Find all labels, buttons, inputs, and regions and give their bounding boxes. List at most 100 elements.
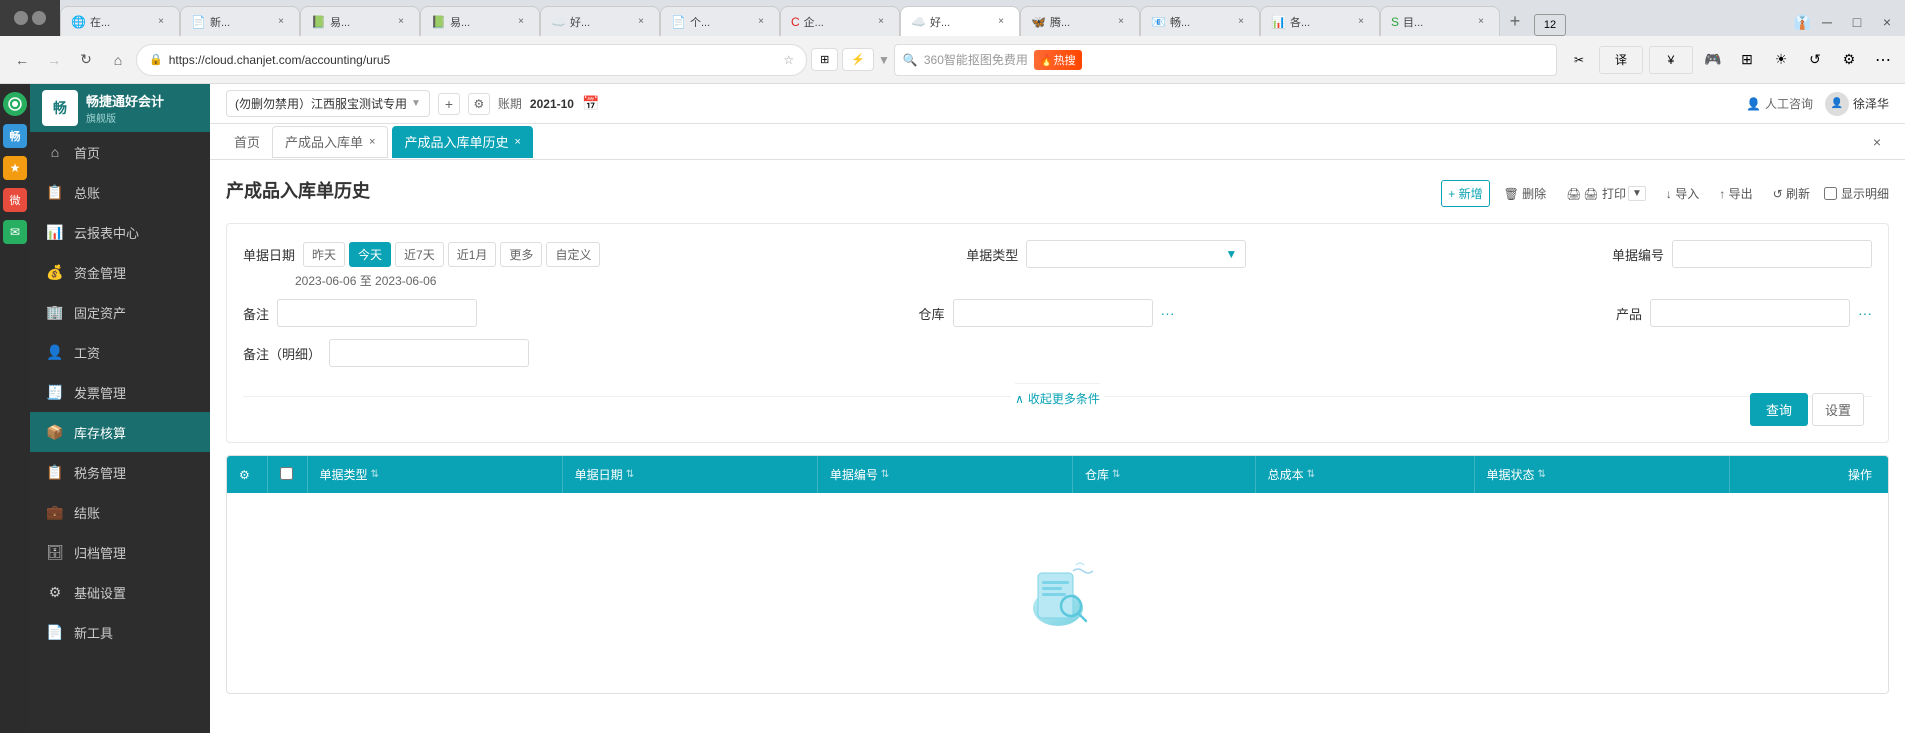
date-custom-btn[interactable]: 自定义 <box>546 242 600 267</box>
app-icon-weibo[interactable]: 微 <box>3 188 27 212</box>
back-nav-button[interactable]: ← <box>8 46 36 74</box>
type-select[interactable]: ▼ <box>1026 240 1246 268</box>
sun-tool[interactable]: ☀ <box>1767 46 1795 74</box>
sidebar-item-tax[interactable]: 📋 税务管理 <box>30 452 210 492</box>
date-more-btn[interactable]: 更多 <box>500 242 542 267</box>
tab-8-close[interactable]: × <box>993 14 1009 30</box>
product-dots-btn[interactable]: ··· <box>1858 305 1872 321</box>
sidebar-item-fund[interactable]: 💰 资金管理 <box>30 252 210 292</box>
forward-nav-button[interactable]: → <box>40 46 68 74</box>
refresh-button[interactable]: ↺ 刷新 <box>1767 181 1816 206</box>
sidebar-item-inventory[interactable]: 📦 库存核算 <box>30 412 210 452</box>
tab-11-close[interactable]: × <box>1353 14 1369 30</box>
grid-tool[interactable]: ⊞ <box>1733 46 1761 74</box>
tab-4-close[interactable]: × <box>513 14 529 30</box>
page-close-button[interactable]: × <box>1865 130 1889 154</box>
more-tool[interactable]: ⋯ <box>1869 46 1897 74</box>
company-selector[interactable]: (勿删勿禁用）江西服宝测试专用 ▼ <box>226 90 430 117</box>
settings-search-button[interactable]: 设置 <box>1812 393 1864 426</box>
tab-5-close[interactable]: × <box>633 14 649 30</box>
tab-9-close[interactable]: × <box>1113 14 1129 30</box>
th-date[interactable]: 单据日期⇅ <box>562 456 817 493</box>
th-warehouse[interactable]: 仓库⇅ <box>1073 456 1256 493</box>
th-total-cost[interactable]: 总成本⇅ <box>1255 456 1474 493</box>
tab-10[interactable]: 📧 畅... × <box>1140 6 1260 36</box>
sidebar-item-archive[interactable]: 🗄 归档管理 <box>30 532 210 572</box>
app-icon-mail[interactable]: ✉ <box>3 220 27 244</box>
tab-6[interactable]: 📄 个... × <box>660 6 780 36</box>
date-7days-btn[interactable]: 近7天 <box>395 242 444 267</box>
maximize-button[interactable]: □ <box>1843 8 1871 36</box>
hot-search-tag[interactable]: 🔥热搜 <box>1034 50 1082 70</box>
tab-counter[interactable]: 12 <box>1534 14 1566 36</box>
product-input[interactable] <box>1650 299 1850 327</box>
user-avatar-area[interactable]: 👤 徐泽华 <box>1825 92 1889 116</box>
settings-tool[interactable]: ⚙ <box>1835 46 1863 74</box>
sidebar-item-settings[interactable]: ⚙ 基础设置 <box>30 572 210 612</box>
tab-3[interactable]: 📗 易... × <box>300 6 420 36</box>
tab-parent-close[interactable]: × <box>369 136 375 148</box>
sidebar-item-home[interactable]: ⌂ 首页 <box>30 132 210 172</box>
reset-tool[interactable]: ↺ <box>1801 46 1829 74</box>
bookmark-icon[interactable]: ☆ <box>783 53 794 67</box>
home-nav-button[interactable]: ⌂ <box>104 46 132 74</box>
show-detail-label[interactable]: 显示明细 <box>1824 185 1889 202</box>
forward-button[interactable] <box>32 11 46 25</box>
app-icon-chanjet[interactable]: 畅 <box>3 124 27 148</box>
th-number[interactable]: 单据编号⇅ <box>817 456 1072 493</box>
tab-current-close[interactable]: × <box>514 136 520 148</box>
close-window-button[interactable]: × <box>1873 8 1901 36</box>
refresh-nav-button[interactable]: ↻ <box>72 46 100 74</box>
note-input[interactable] <box>277 299 477 327</box>
sidebar-item-invoice[interactable]: 🧾 发票管理 <box>30 372 210 412</box>
search-360-text[interactable]: 360智能抠图免费用 <box>924 51 1028 68</box>
select-all-checkbox[interactable] <box>280 467 293 480</box>
dropdown-arrow[interactable]: ▼ <box>878 53 890 67</box>
tab-10-close[interactable]: × <box>1233 14 1249 30</box>
help-service[interactable]: 👤 人工咨询 <box>1746 95 1813 112</box>
tab-4[interactable]: 📗 易... × <box>420 6 540 36</box>
export-button[interactable]: ↑ 导出 <box>1713 181 1758 206</box>
app-icon-360[interactable] <box>3 92 27 116</box>
translate-tool[interactable]: 译 <box>1599 46 1643 74</box>
tab-8[interactable]: ☁️ 好... × <box>900 6 1020 36</box>
tab-7-close[interactable]: × <box>873 14 889 30</box>
tab-9[interactable]: 🦋 腾... × <box>1020 6 1140 36</box>
tab-2[interactable]: 📄 新... × <box>180 6 300 36</box>
add-button[interactable]: + 新增 <box>1441 180 1489 207</box>
scissors-tool[interactable]: ✂ <box>1565 46 1593 74</box>
tab-12-close[interactable]: × <box>1473 14 1489 30</box>
add-company-button[interactable]: + <box>438 93 460 115</box>
calendar-icon[interactable]: 📅 <box>582 95 599 112</box>
tab-3-close[interactable]: × <box>393 14 409 30</box>
th-gear[interactable]: ⚙ <box>227 456 267 493</box>
url-bar[interactable]: 🔒 https://cloud.chanjet.com/accounting/u… <box>136 44 807 76</box>
tab-7[interactable]: C 企... × <box>780 6 900 36</box>
number-input[interactable] <box>1672 240 1872 268</box>
warehouse-input[interactable] <box>953 299 1153 327</box>
note-detail-input[interactable] <box>329 339 529 367</box>
yen-tool[interactable]: ¥ <box>1649 46 1693 74</box>
tab-current-history[interactable]: 产成品入库单历史 × <box>392 126 532 158</box>
query-button[interactable]: 查询 <box>1750 393 1808 426</box>
show-detail-checkbox[interactable] <box>1824 187 1837 200</box>
warehouse-dots-btn[interactable]: ··· <box>1161 305 1175 321</box>
sidebar-item-closing[interactable]: 💼 结账 <box>30 492 210 532</box>
th-type[interactable]: 单据类型⇅ <box>307 456 562 493</box>
tab-5[interactable]: ☁️ 好... × <box>540 6 660 36</box>
minimize-button[interactable]: ─ <box>1813 8 1841 36</box>
date-today-btn[interactable]: 今天 <box>349 242 391 267</box>
tab-1[interactable]: 🌐 在... × <box>60 6 180 36</box>
back-button[interactable] <box>14 11 28 25</box>
print-button[interactable]: 🖨 🖨 打印 ▼ <box>1560 181 1652 206</box>
extensions-button[interactable]: ⊞ <box>811 48 838 71</box>
sidebar-item-ledger[interactable]: 📋 总账 <box>30 172 210 212</box>
sidebar-item-fixed-assets[interactable]: 🏢 固定资产 <box>30 292 210 332</box>
tab-6-close[interactable]: × <box>753 14 769 30</box>
tab-parent-list[interactable]: 产成品入库单 × <box>272 126 388 158</box>
tab-2-close[interactable]: × <box>273 14 289 30</box>
app-icon-star[interactable]: ★ <box>3 156 27 180</box>
sidebar-item-payroll[interactable]: 👤 工资 <box>30 332 210 372</box>
date-1month-btn[interactable]: 近1月 <box>448 242 497 267</box>
new-tab-button[interactable]: + <box>1500 6 1530 36</box>
